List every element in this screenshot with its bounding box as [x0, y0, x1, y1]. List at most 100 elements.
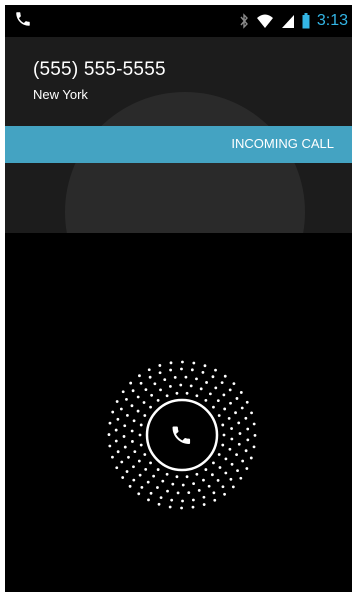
glowpad-dot: [213, 498, 217, 502]
glowpad-dot: [144, 467, 148, 471]
glowpad-dot: [245, 400, 249, 404]
glowpad-dot: [223, 492, 226, 496]
glowpad-dot: [116, 450, 120, 454]
glowpad-dot: [156, 399, 160, 402]
glowpad-dot: [245, 467, 249, 470]
glowpad-dot: [246, 438, 250, 442]
glowpad-dot: [121, 390, 125, 394]
glowpad-dot: [234, 411, 237, 415]
glowpad-dot: [133, 450, 137, 454]
glowpad-dot: [121, 476, 125, 479]
glowpad-dot: [166, 489, 169, 493]
glowpad-dot: [147, 368, 151, 372]
glowpad-dot: [205, 381, 208, 384]
glowpad-dot: [217, 453, 221, 456]
glowpad-dot: [204, 399, 208, 402]
glowpad-dot: [202, 495, 206, 499]
glowpad-dot: [132, 419, 136, 423]
glowpad-dot: [203, 364, 207, 368]
wifi-icon: [256, 14, 273, 28]
glowpad-dot: [204, 468, 208, 471]
bluetooth-icon: [240, 13, 248, 29]
glowpad-dot: [202, 503, 206, 506]
glowpad-dot: [161, 479, 165, 483]
glowpad-dot: [147, 498, 150, 502]
caller-info-panel: (555) 555-5555 New York INCOMING CALL: [5, 37, 352, 233]
caller-location: New York: [33, 87, 88, 102]
glowpad-dot: [212, 491, 216, 495]
glowpad-dot: [218, 466, 222, 469]
glowpad-dot: [195, 472, 199, 476]
glowpad-dot: [252, 422, 256, 426]
glowpad-dot: [156, 486, 159, 489]
glowpad-dot: [228, 388, 232, 392]
answer-glowpad[interactable]: [107, 360, 257, 510]
glowpad-dot: [237, 421, 241, 425]
glowpad-dot: [171, 482, 175, 486]
glowpad-dot: [114, 439, 118, 443]
glowpad-dot: [190, 368, 194, 372]
glowpad-dot: [175, 475, 179, 479]
glowpad-dot: [119, 407, 123, 411]
glowpad-dot: [222, 393, 226, 397]
glowpad-dot: [173, 376, 177, 379]
glowpad-dot: [221, 423, 225, 427]
glowpad-dot: [159, 496, 163, 499]
status-icons: 3:13: [239, 10, 348, 32]
glowpad-dot: [111, 410, 115, 414]
glowpad-dot: [165, 472, 169, 476]
glowpad-dot: [246, 427, 250, 431]
glowpad-dot: [244, 449, 248, 453]
glowpad-dot: [212, 461, 215, 465]
glowpad-dot: [108, 444, 112, 448]
glowpad-dot: [185, 475, 189, 479]
glowpad-dot: [221, 485, 225, 489]
glowpad-dot: [191, 498, 195, 502]
glowpad-dot: [239, 476, 243, 480]
glowpad-dot: [224, 457, 228, 461]
glowpad-dot: [185, 391, 189, 395]
glowpad-dot: [222, 433, 226, 437]
glowpad-dot: [142, 401, 146, 404]
answer-handle-ring[interactable]: [145, 398, 219, 472]
glowpad-dot: [163, 378, 167, 382]
glowpad-dot: [158, 364, 162, 367]
glowpad-dot: [143, 414, 147, 417]
glowpad-dot: [176, 491, 180, 495]
glowpad-dot: [239, 391, 243, 394]
glowpad-dot: [156, 468, 160, 471]
glowpad-dot: [137, 492, 141, 496]
glowpad-dot: [192, 482, 195, 486]
glowpad-dot: [181, 499, 184, 503]
glowpad-dot: [169, 368, 173, 372]
glowpad-dot: [207, 484, 211, 488]
glowpad-dot: [249, 456, 253, 460]
glowpad-dot: [122, 435, 126, 438]
glowpad-dot: [228, 447, 232, 451]
glowpad-dot: [180, 506, 183, 510]
glowpad-dot: [227, 416, 231, 420]
glowpad-dot: [140, 486, 144, 489]
battery-icon: [302, 13, 310, 29]
glowpad-dot: [127, 455, 130, 459]
glowpad-dot: [130, 404, 134, 408]
glowpad-dot: [195, 394, 199, 398]
glowpad-dot: [238, 432, 242, 435]
glowpad-dot: [169, 361, 173, 365]
glowpad-dot: [208, 392, 212, 396]
glowpad-dot: [232, 382, 236, 386]
glowpad-dot: [212, 405, 215, 409]
glowpad-dot: [123, 445, 127, 449]
glowpad-dot: [165, 394, 169, 398]
glowpad-dot: [114, 428, 118, 432]
glowpad-dot: [180, 367, 183, 371]
glowpad-dot: [179, 383, 183, 387]
glowpad-dot: [199, 387, 203, 391]
status-bar: 3:13: [5, 5, 352, 37]
glowpad-dot: [136, 395, 140, 399]
glowpad-dot: [128, 484, 132, 488]
glowpad-dot: [223, 407, 227, 411]
glowpad-dot: [169, 384, 172, 388]
glowpad-dot: [211, 375, 215, 379]
glowpad-dot: [230, 462, 234, 466]
